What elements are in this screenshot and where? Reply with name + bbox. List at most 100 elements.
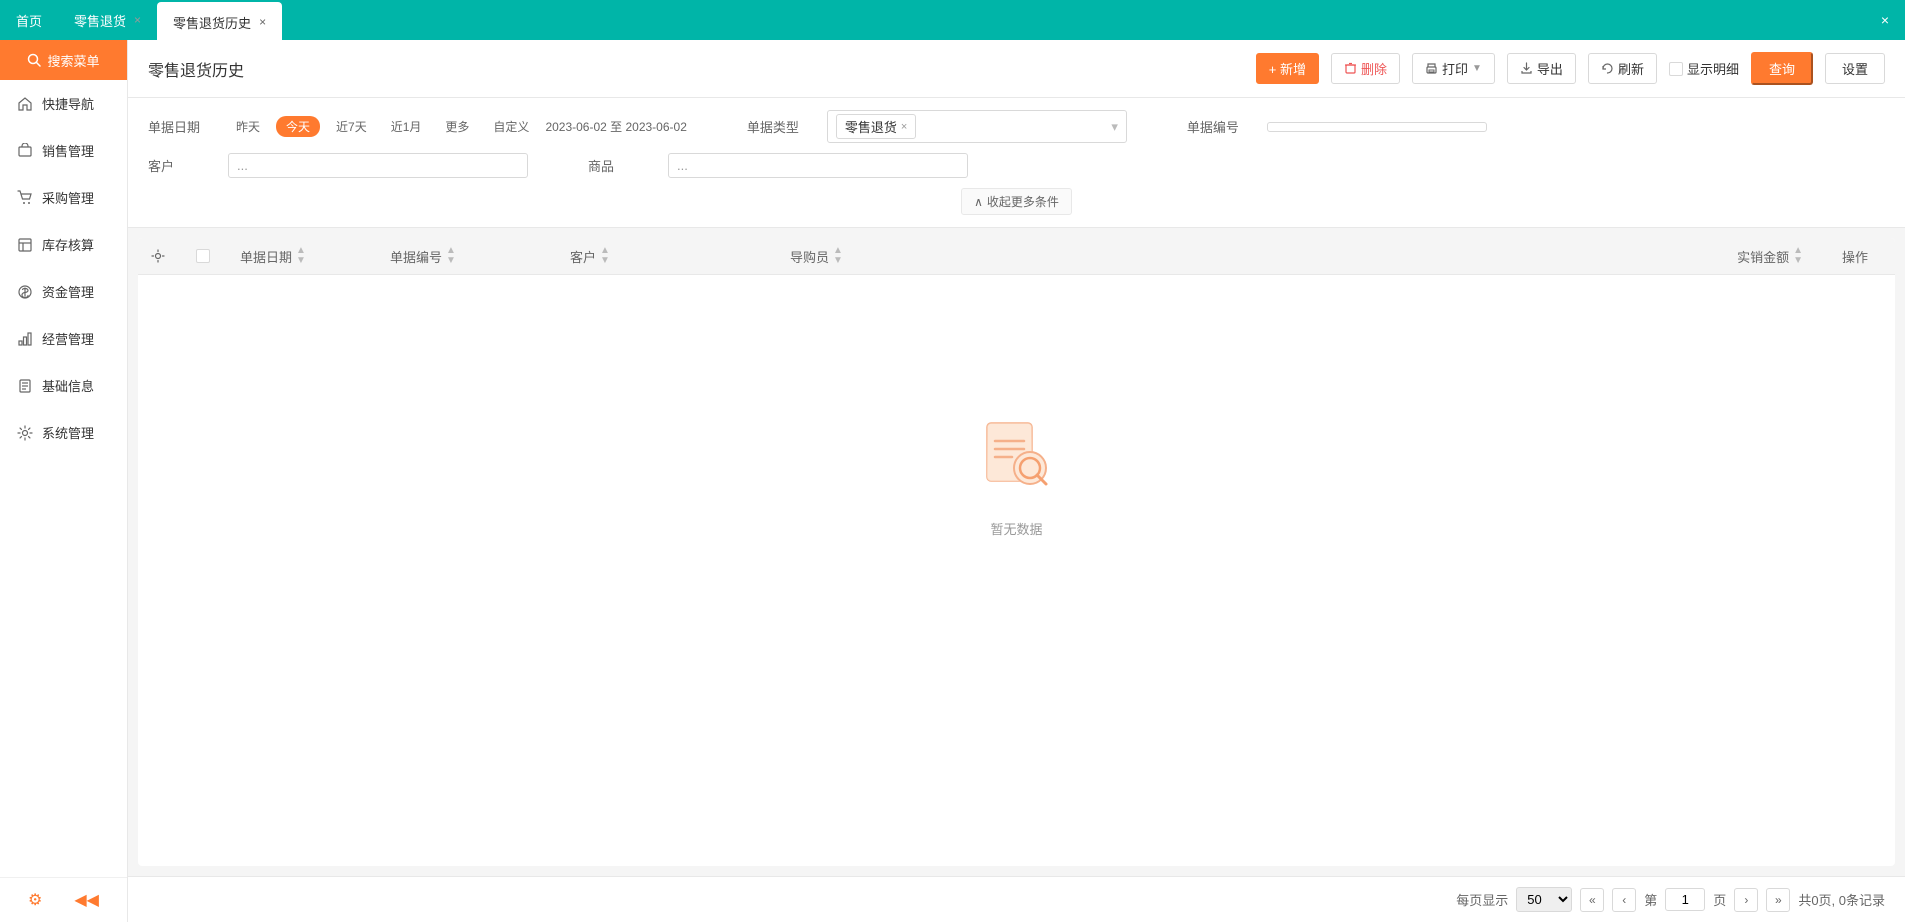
sidebar-item-sales-mgmt[interactable]: 销售管理 <box>0 127 127 174</box>
table-header: 单据日期 ▲▼ 单据编号 ▲▼ 客户 ▲▼ 导购员 ▲▼ 实销金额 ▲▼ <box>138 238 1895 275</box>
sidebar-item-quick-nav[interactable]: 快捷导航 <box>0 80 127 127</box>
customer-input[interactable]: ... <box>228 153 528 178</box>
page-number-input[interactable] <box>1665 888 1705 911</box>
settings-button[interactable]: 设置 <box>1825 53 1885 84</box>
sort-guide-icon: ▲▼ <box>833 246 843 266</box>
refresh-button[interactable]: 刷新 <box>1588 53 1657 84</box>
system-icon <box>16 424 34 442</box>
goods-input[interactable]: ... <box>668 153 968 178</box>
bill-no-input[interactable] <box>1267 122 1487 132</box>
date-filters: 昨天 今天 近7天 近1月 更多 自定义 2023-06-02 至 2023-0… <box>228 116 687 137</box>
filter-row-1: 单据日期 昨天 今天 近7天 近1月 更多 自定义 2023-06-02 至 2… <box>148 110 1885 143</box>
bill-type-tag-close[interactable]: × <box>901 121 907 133</box>
sort-amount-icon: ▲▼ <box>1793 246 1803 266</box>
sort-date-icon: ▲▼ <box>296 246 306 266</box>
th-billno[interactable]: 单据编号 ▲▼ <box>378 246 558 266</box>
sidebar-item-purchase-mgmt[interactable]: 采购管理 <box>0 174 127 221</box>
empty-illustration <box>972 413 1062 503</box>
select-all-checkbox[interactable] <box>196 249 210 263</box>
close-retail-return-history-tab[interactable]: × <box>259 15 266 29</box>
collapse-row: ∧ 收起更多条件 <box>148 188 1885 215</box>
tab-retail-return[interactable]: 零售退货 × <box>58 0 157 40</box>
top-bar: 首页 零售退货 × 零售退货历史 × × <box>0 0 1905 40</box>
th-guide[interactable]: 导购员 ▲▼ <box>778 246 978 266</box>
filter-row-2: 客户 ... 商品 ... <box>148 153 1885 178</box>
next-page-button[interactable]: › <box>1734 888 1758 912</box>
add-button[interactable]: + 新增 <box>1256 53 1319 84</box>
total-label: 共0页, 0条记录 <box>1798 890 1885 909</box>
bill-type-label: 单据类型 <box>747 117 807 136</box>
goods-label: 商品 <box>588 156 648 175</box>
th-amount[interactable]: 实销金额 ▲▼ <box>978 246 1815 266</box>
inventory-icon <box>16 236 34 254</box>
finance-icon <box>16 283 34 301</box>
th-customer[interactable]: 客户 ▲▼ <box>558 246 778 266</box>
delete-icon <box>1344 62 1357 75</box>
tab-retail-return-history[interactable]: 零售退货历史 × <box>157 2 282 42</box>
sidebar-bottom: ⚙ ◀◀ <box>0 877 127 922</box>
sidebar-item-basic-info[interactable]: 基础信息 <box>0 362 127 409</box>
display-toggle-checkbox[interactable] <box>1669 62 1683 76</box>
date-btn-yesterday[interactable]: 昨天 <box>228 116 268 137</box>
tab-home[interactable]: 首页 <box>0 0 58 40</box>
prev-page-button[interactable]: ‹ <box>1612 888 1636 912</box>
date-range-display: 2023-06-02 至 2023-06-02 <box>545 118 686 135</box>
query-button[interactable]: 查询 <box>1751 52 1813 85</box>
chevron-up-icon: ∧ <box>974 195 983 209</box>
bill-no-label: 单据编号 <box>1187 117 1247 136</box>
content-area: 零售退货历史 + 新增 删除 打印 ▼ 导出 <box>128 40 1905 922</box>
header-actions: + 新增 删除 打印 ▼ 导出 刷新 <box>1256 52 1885 85</box>
bill-type-tag: 零售退货 × <box>836 114 916 139</box>
sidebar-search[interactable]: 搜索菜单 <box>0 40 127 80</box>
page-size-select[interactable]: 50 10 20 100 <box>1516 887 1572 912</box>
date-btn-1month[interactable]: 近1月 <box>383 116 430 137</box>
th-settings[interactable] <box>138 249 178 263</box>
basic-info-icon <box>16 377 34 395</box>
th-date[interactable]: 单据日期 ▲▼ <box>228 246 378 266</box>
operations-icon <box>16 330 34 348</box>
th-action: 操作 <box>1815 247 1895 266</box>
sidebar-item-finance[interactable]: 资金管理 <box>0 268 127 315</box>
pagination-bar: 每页显示 50 10 20 100 « ‹ 第 页 › » 共0页, 0条记录 <box>128 876 1905 922</box>
date-btn-custom[interactable]: 自定义 <box>485 116 537 137</box>
search-icon <box>27 53 41 67</box>
close-retail-return-tab[interactable]: × <box>134 13 141 27</box>
page-title: 零售退货历史 <box>148 57 244 81</box>
bill-type-dropdown-icon[interactable]: ▾ <box>1111 119 1118 135</box>
settings-bottom-icon[interactable]: ⚙ <box>28 890 42 910</box>
window-close-icon[interactable]: × <box>1881 12 1905 28</box>
date-btn-today[interactable]: 今天 <box>276 116 320 137</box>
sales-icon <box>16 142 34 160</box>
th-checkbox[interactable] <box>178 249 228 263</box>
table-area: 单据日期 ▲▼ 单据编号 ▲▼ 客户 ▲▼ 导购员 ▲▼ 实销金额 ▲▼ <box>138 238 1895 866</box>
sidebar-item-system-mgmt[interactable]: 系统管理 <box>0 409 127 456</box>
main-layout: 搜索菜单 快捷导航 销售管理 采购管理 库存核算 <box>0 40 1905 922</box>
display-toggle[interactable]: 显示明细 <box>1669 59 1739 78</box>
sidebar-item-operations[interactable]: 经营管理 <box>0 315 127 362</box>
print-button[interactable]: 打印 ▼ <box>1412 53 1495 84</box>
sidebar: 搜索菜单 快捷导航 销售管理 采购管理 库存核算 <box>0 40 128 922</box>
filter-area: 单据日期 昨天 今天 近7天 近1月 更多 自定义 2023-06-02 至 2… <box>128 98 1905 228</box>
page-label-before: 第 <box>1644 890 1657 909</box>
last-page-button[interactable]: » <box>1766 888 1790 912</box>
volume-icon[interactable]: ◀◀ <box>74 890 99 910</box>
sort-customer-icon: ▲▼ <box>600 246 610 266</box>
date-btn-more[interactable]: 更多 <box>437 116 477 137</box>
customer-label: 客户 <box>148 156 208 175</box>
export-icon <box>1520 62 1533 75</box>
date-btn-7days[interactable]: 近7天 <box>328 116 375 137</box>
print-icon <box>1425 62 1438 75</box>
empty-state: 暂无数据 <box>138 275 1895 675</box>
table-settings-icon[interactable] <box>151 249 165 263</box>
purchase-icon <box>16 189 34 207</box>
date-label: 单据日期 <box>148 117 208 136</box>
delete-button[interactable]: 删除 <box>1331 53 1400 84</box>
page-header: 零售退货历史 + 新增 删除 打印 ▼ 导出 <box>128 40 1905 98</box>
page-label: 页 <box>1713 890 1726 909</box>
bill-type-filter[interactable]: 零售退货 × ▾ <box>827 110 1127 143</box>
first-page-button[interactable]: « <box>1580 888 1604 912</box>
refresh-icon <box>1601 62 1614 75</box>
collapse-button[interactable]: ∧ 收起更多条件 <box>961 188 1072 215</box>
sidebar-item-inventory[interactable]: 库存核算 <box>0 221 127 268</box>
export-button[interactable]: 导出 <box>1507 53 1576 84</box>
